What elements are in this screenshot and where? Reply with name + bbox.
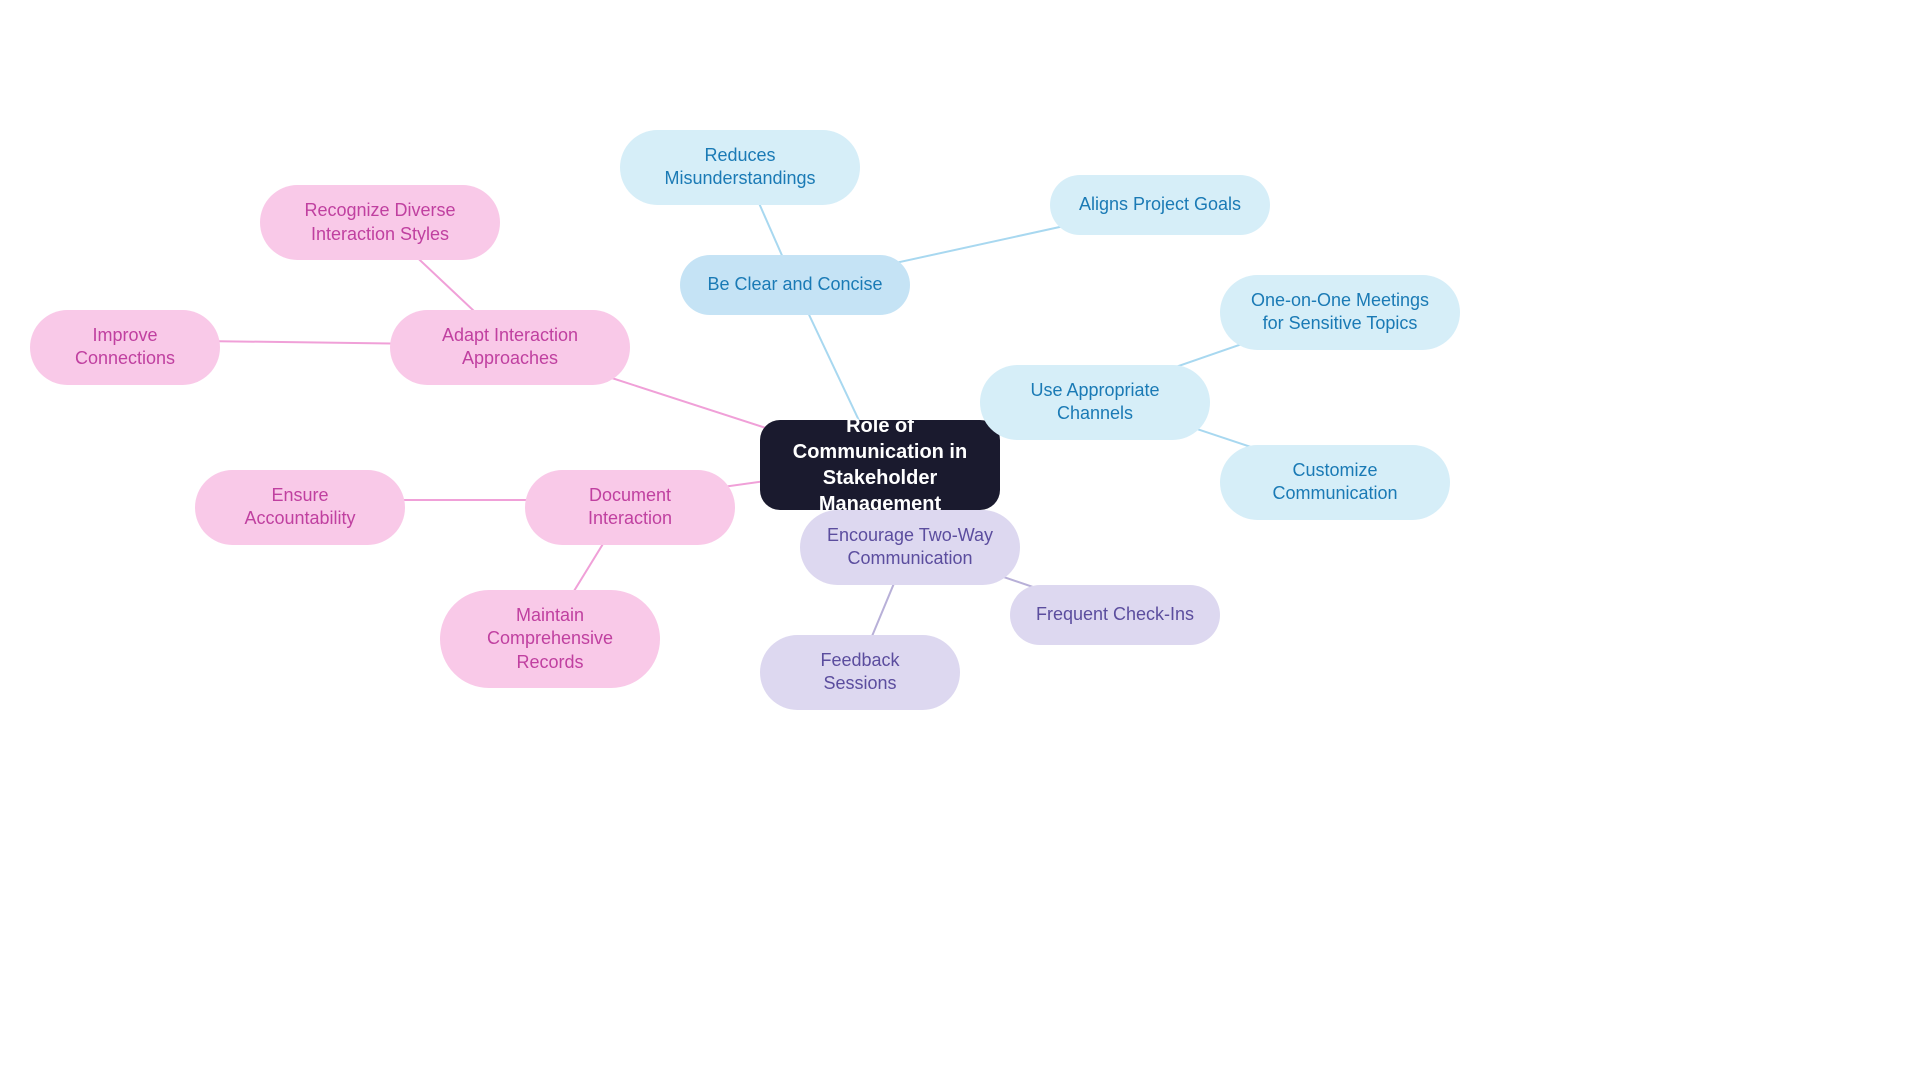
document-interaction-node[interactable]: Document Interaction bbox=[525, 470, 735, 545]
be-clear-concise-node[interactable]: Be Clear and Concise bbox=[680, 255, 910, 315]
use-appropriate-channels-node[interactable]: Use Appropriate Channels bbox=[980, 365, 1210, 440]
one-on-one-meetings-node[interactable]: One-on-One Meetings for Sensitive Topics bbox=[1220, 275, 1460, 350]
mindmap-container: Role of Communication in Stakeholder Man… bbox=[0, 0, 1920, 1083]
feedback-sessions-node[interactable]: Feedback Sessions bbox=[760, 635, 960, 710]
maintain-records-node[interactable]: Maintain Comprehensive Records bbox=[440, 590, 660, 688]
reduces-misunderstandings-node[interactable]: Reduces Misunderstandings bbox=[620, 130, 860, 205]
encourage-two-way-node[interactable]: Encourage Two-Way Communication bbox=[800, 510, 1020, 585]
center-node[interactable]: Role of Communication in Stakeholder Man… bbox=[760, 420, 1000, 510]
recognize-diverse-node[interactable]: Recognize Diverse Interaction Styles bbox=[260, 185, 500, 260]
aligns-project-goals-node[interactable]: Aligns Project Goals bbox=[1050, 175, 1270, 235]
improve-connections-node[interactable]: Improve Connections bbox=[30, 310, 220, 385]
ensure-accountability-node[interactable]: Ensure Accountability bbox=[195, 470, 405, 545]
frequent-checkins-node[interactable]: Frequent Check-Ins bbox=[1010, 585, 1220, 645]
adapt-interaction-node[interactable]: Adapt Interaction Approaches bbox=[390, 310, 630, 385]
customize-communication-node[interactable]: Customize Communication bbox=[1220, 445, 1450, 520]
